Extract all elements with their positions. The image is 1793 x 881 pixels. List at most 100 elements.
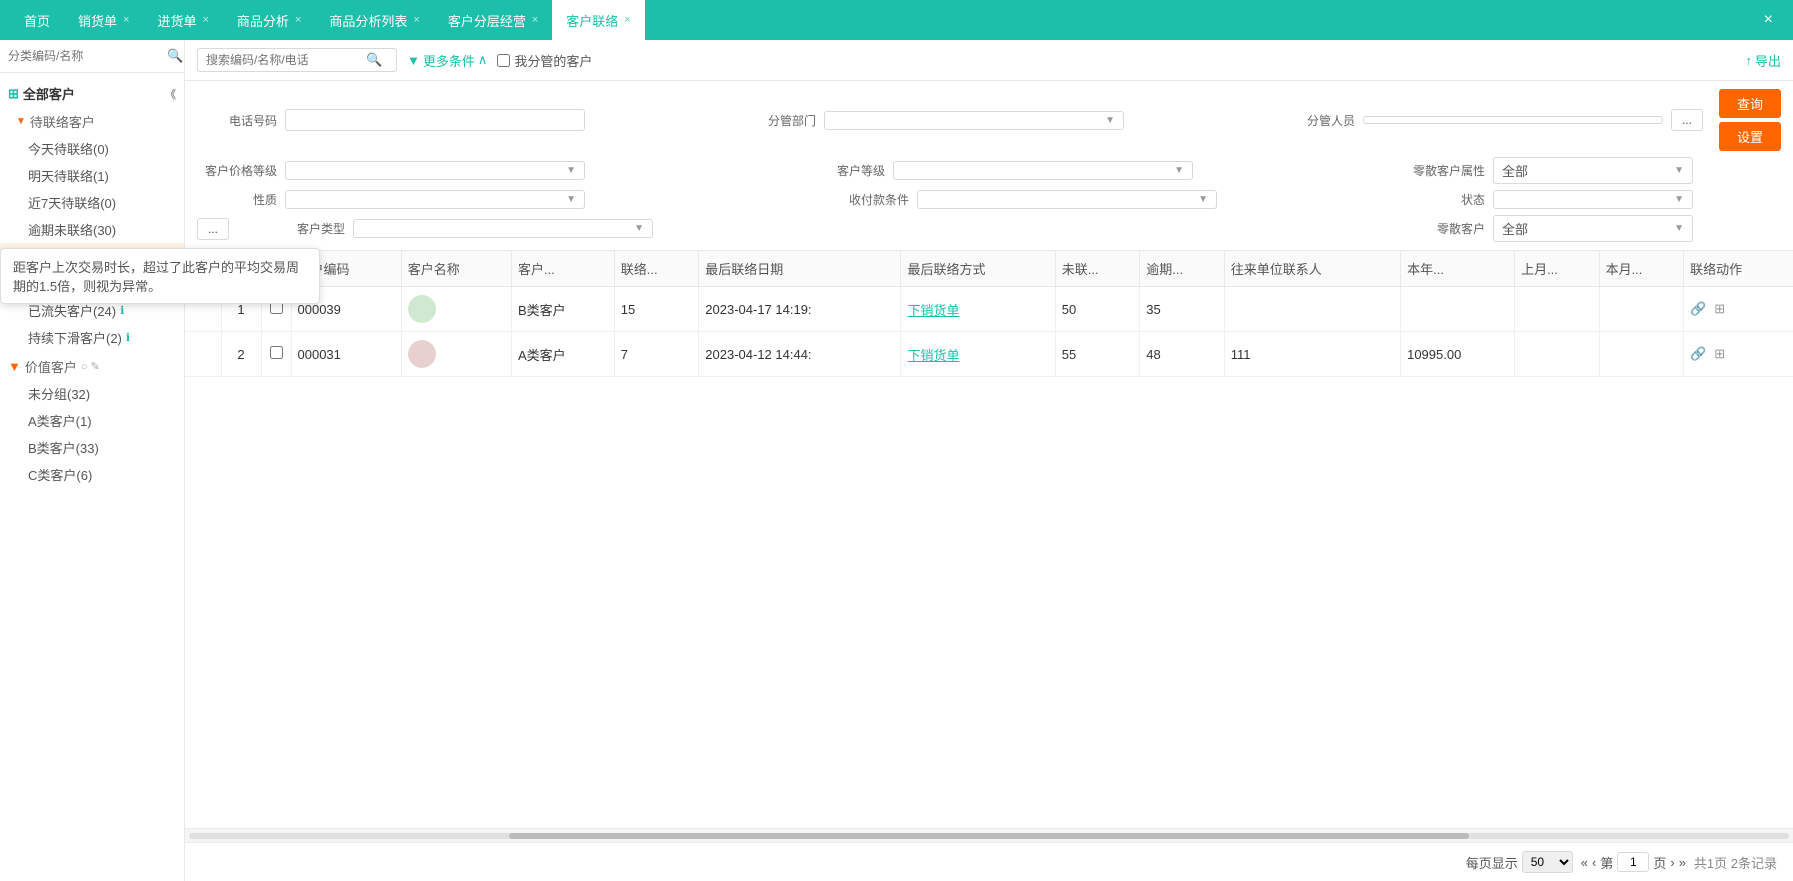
nav-purchase-order[interactable]: 进货单 × (143, 0, 222, 40)
nav-product-analysis-list-close[interactable]: × (413, 14, 419, 26)
price-level-label: 客户价格等级 (197, 162, 277, 179)
sidebar-item-class-a[interactable]: A类客户(1) (0, 407, 184, 434)
window-close-button[interactable]: × (1754, 11, 1783, 29)
nav-customer-contact[interactable]: 客户联络 × (552, 0, 644, 40)
table-container[interactable]: ⚙ 客户编码 客户名称 客户... 联络... 最后联络日期 最后联络方式 未联… (185, 251, 1793, 828)
sidebar-item-class-c[interactable]: C类客户(6) (0, 461, 184, 488)
nav-home[interactable]: 首页 (10, 0, 64, 40)
sidebar-item-7days[interactable]: 近7天待联络(0) (0, 189, 184, 216)
nav-customer-tier[interactable]: 客户分层经营 × (434, 0, 552, 40)
triangle-down-icon2: ▼ (8, 359, 21, 374)
my-customers-check[interactable] (497, 54, 510, 67)
nav-product-analysis-list[interactable]: 商品分析列表 × (315, 0, 433, 40)
col-unit-contact-header: 往来单位联系人 (1224, 251, 1400, 287)
scroll-thumb[interactable] (509, 833, 1469, 839)
export-button[interactable]: ↑ 导出 (1745, 51, 1781, 70)
last-page-btn[interactable]: » (1679, 855, 1686, 870)
nav-product-analysis-close[interactable]: × (295, 14, 301, 26)
page-navigation: « ‹ 第 页 › » (1581, 852, 1686, 872)
edit-icons[interactable]: ○ ✎ (81, 360, 100, 373)
customer-level-select[interactable]: ▼ (893, 161, 1193, 180)
info-icon3: ℹ (120, 304, 124, 317)
table-row: 2 000031 A类客户 7 2023-04-12 14:44: 下销货单 (185, 332, 1793, 377)
more-conditions-button[interactable]: ▼ 更多条件 ∧ (407, 51, 487, 70)
sidebar-collapse-icon[interactable]: 《 (165, 86, 176, 102)
col-name-header: 客户名称 (401, 251, 511, 287)
sidebar-item-overdue[interactable]: 逾期未联络(30) (0, 216, 184, 243)
gender-select[interactable]: ▼ (285, 190, 585, 209)
status-arrow-icon: ▼ (1674, 194, 1684, 205)
prev-page-btn[interactable]: ‹ (1592, 855, 1596, 870)
col-contact-header: 联络... (614, 251, 699, 287)
search-input-wrap: 🔍 (197, 48, 397, 72)
grid-icon: ⊞ (8, 86, 19, 102)
row1-last-contact-method[interactable]: 下销货单 (901, 287, 1055, 332)
horizontal-scrollbar[interactable] (185, 828, 1793, 842)
retail-attr-select[interactable]: 全部▼ (1493, 157, 1693, 184)
col-last-month-header: 上月... (1515, 251, 1600, 287)
filter-row-3: 性质 ▼ 收付款条件 ▼ 状态 ▼ (197, 190, 1781, 209)
gender-label: 性质 (197, 191, 277, 208)
retail-customer-select[interactable]: 全部▼ (1493, 215, 1693, 242)
row2-last-contact-method[interactable]: 下销货单 (901, 332, 1055, 377)
chevron-down-icon: ∧ (478, 52, 488, 68)
sidebar: 🔍 ⊞ 全部客户 《 ▼ 待联络客户 今天待联络(0) 明天待联络(1) 近7天… (0, 40, 185, 881)
row1-link-icon[interactable]: 🔗 (1690, 301, 1706, 317)
search-input[interactable] (206, 53, 366, 67)
sidebar-item-declining[interactable]: 持续下滑客户(2) ℹ (0, 324, 184, 351)
sidebar-item-class-b[interactable]: B类客户(33) (0, 434, 184, 461)
nav-customer-contact-close[interactable]: × (624, 14, 630, 26)
row1-last-month (1515, 287, 1600, 332)
gender-arrow-icon: ▼ (566, 194, 576, 205)
person-ellipsis[interactable]: ... (1671, 109, 1703, 131)
sidebar-item-ungroup[interactable]: 未分组(32) (0, 380, 184, 407)
row1-uncontacted: 50 (1055, 287, 1140, 332)
search-submit-icon[interactable]: 🔍 (366, 52, 382, 68)
sidebar-search-area: 🔍 (0, 40, 184, 73)
col-this-month-header: 本月... (1599, 251, 1684, 287)
sidebar-value-customer-group[interactable]: ▼ 价值客户 ○ ✎ (0, 353, 184, 380)
status-label: 状态 (1461, 191, 1485, 208)
customer-level-label: 客户等级 (805, 162, 885, 179)
row2-link-icon[interactable]: 🔗 (1690, 346, 1706, 362)
page-number-input[interactable] (1617, 852, 1649, 872)
col-type-header: 客户... (511, 251, 614, 287)
person-label: 分管人员 (1275, 112, 1355, 129)
nav-sales-order-close[interactable]: × (123, 14, 129, 26)
query-button[interactable]: 查询 (1719, 89, 1781, 118)
total-records-info: 共1页 2条记录 (1694, 853, 1777, 872)
nav-product-analysis[interactable]: 商品分析 × (223, 0, 315, 40)
filter-row-1: 电话号码 分管部门 ▼ 分管人员 ... 查询 设置 (197, 89, 1781, 151)
nav-sales-order[interactable]: 销货单 × (64, 0, 143, 40)
sidebar-item-today[interactable]: 今天待联络(0) (0, 135, 184, 162)
person-select[interactable] (1363, 116, 1663, 124)
payment-terms-select[interactable]: ▼ (917, 190, 1217, 209)
row2-check[interactable] (261, 332, 291, 377)
first-page-btn[interactable]: « (1581, 855, 1588, 870)
row2-checkbox[interactable] (270, 346, 283, 359)
row1-action: 🔗 ⊞ (1684, 287, 1793, 332)
price-level-select[interactable]: ▼ (285, 161, 585, 180)
nav-customer-tier-close[interactable]: × (532, 14, 538, 26)
department-select[interactable]: ▼ (824, 111, 1124, 130)
my-customers-checkbox[interactable]: 我分管的客户 (497, 51, 592, 70)
col-last-contact-method-header: 最后联络方式 (901, 251, 1055, 287)
phone-input[interactable] (285, 109, 585, 131)
sidebar-item-tomorrow[interactable]: 明天待联络(1) (0, 162, 184, 189)
sidebar-pending-contact-group[interactable]: ▼ 待联络客户 (0, 108, 184, 135)
row2-grid-icon[interactable]: ⊞ (1714, 346, 1725, 362)
sidebar-all-customers[interactable]: ⊞ 全部客户 《 (0, 79, 184, 108)
status-select[interactable]: ▼ (1493, 190, 1693, 209)
customer-type-select[interactable]: ▼ (353, 219, 653, 238)
row1-overdue: 35 (1140, 287, 1225, 332)
per-page-select[interactable]: 50 20 100 (1522, 851, 1573, 873)
settings-button[interactable]: 设置 (1719, 122, 1781, 151)
nav-purchase-order-close[interactable]: × (202, 14, 208, 26)
row4-ellipsis[interactable]: ... (197, 218, 229, 240)
sidebar-search-icon: 🔍 (167, 48, 183, 64)
row1-grid-icon[interactable]: ⊞ (1714, 301, 1725, 317)
next-page-btn[interactable]: › (1670, 855, 1674, 870)
payment-terms-label: 收付款条件 (829, 191, 909, 208)
sidebar-search-input[interactable] (8, 49, 163, 63)
scroll-track[interactable] (189, 833, 1789, 839)
